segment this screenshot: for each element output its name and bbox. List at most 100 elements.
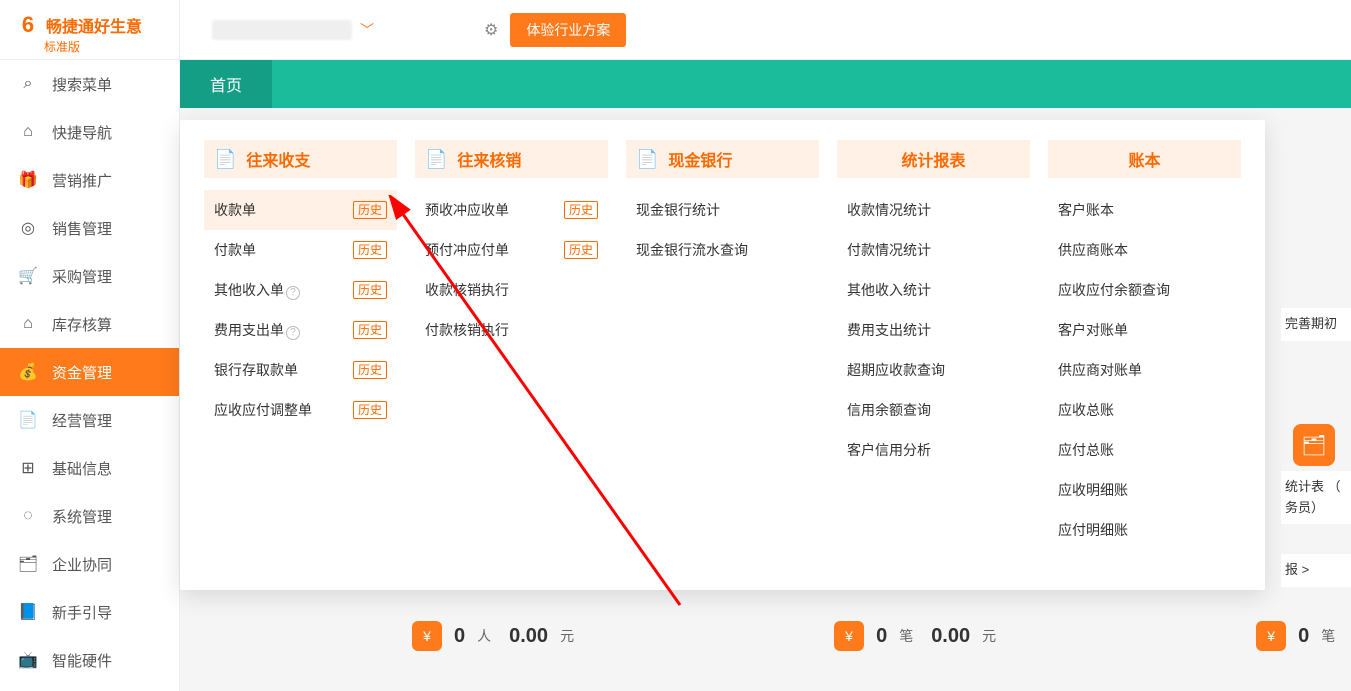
sidebar-item-5[interactable]: ⌂库存核算 xyxy=(0,300,179,348)
sidebar-item-2[interactable]: 🎁营销推广 xyxy=(0,156,179,204)
sidebar-label: 快捷导航 xyxy=(52,122,112,143)
sidebar-label: 新手引导 xyxy=(52,602,112,623)
menu-item[interactable]: 预收冲应收单历史 xyxy=(415,190,608,230)
logo-glyph: 6 xyxy=(16,12,40,38)
menu-item[interactable]: 应付明细账 xyxy=(1048,510,1241,550)
history-tag[interactable]: 历史 xyxy=(353,241,387,259)
menu-item[interactable]: 应收应付余额查询 xyxy=(1048,270,1241,310)
menu-item-label: 应付总账 xyxy=(1058,440,1114,460)
sidebar-item-9[interactable]: ◌系统管理 xyxy=(0,492,179,540)
sidebar-item-11[interactable]: 📘新手引导 xyxy=(0,588,179,636)
menu-item-label: 供应商账本 xyxy=(1058,240,1128,260)
sidebar-icon-12: 📺 xyxy=(18,650,38,670)
sidebar-label: 销售管理 xyxy=(52,218,112,239)
history-tag[interactable]: 历史 xyxy=(564,201,598,219)
menu-item-label: 客户账本 xyxy=(1058,200,1114,220)
menu-item-label: 预付冲应付单 xyxy=(425,240,509,260)
flyout-col-3: 统计报表收款情况统计付款情况统计其他收入统计费用支出统计超期应收款查询信用余额查… xyxy=(837,140,1030,550)
help-icon[interactable]: ? xyxy=(286,286,300,300)
sidebar-item-10[interactable]: 🗂 企业协同 xyxy=(0,540,179,588)
clip-stats[interactable]: 统计表 （ 务员） xyxy=(1281,471,1351,525)
sidebar-item-3[interactable]: ◎ 销售管理 xyxy=(0,204,179,252)
menu-item[interactable]: 预付冲应付单 历史 xyxy=(415,230,608,270)
sidebar-icon-2: 🎁 xyxy=(18,170,38,190)
flyout-col-2: 📄现金银行现金银行统计现金银行流水查询 xyxy=(626,140,819,550)
tab-home[interactable]: 首页 xyxy=(180,60,272,108)
history-tag[interactable]: 历史 xyxy=(353,281,387,299)
gear-icon[interactable]: ⚙ xyxy=(484,20,498,40)
menu-item[interactable]: 现金银行流水查询 xyxy=(626,230,819,270)
menu-item[interactable]: 其他收入统计 xyxy=(837,270,1030,310)
menu-item[interactable]: 客户账本 xyxy=(1048,190,1241,230)
menu-item[interactable]: 付款单 历史 xyxy=(204,230,397,270)
history-tag[interactable]: 历史 xyxy=(353,201,387,219)
menu-item-label: 应收明细账 xyxy=(1058,480,1128,500)
menu-item[interactable]: 银行存取款单历史 xyxy=(204,350,397,390)
clip-initial[interactable]: 完善期初 xyxy=(1281,308,1351,341)
stat-item-1: ¥ 0笔 0.00元 xyxy=(834,621,996,651)
sidebar-item-1[interactable]: ⌂ 快捷导航 xyxy=(0,108,179,156)
menu-item[interactable]: 收款单历史 xyxy=(204,190,397,230)
menu-item[interactable]: 费用支出单?历史 xyxy=(204,310,397,350)
menu-item-label: 付款核销执行 xyxy=(425,320,509,340)
menu-item-label: 现金银行统计 xyxy=(636,200,720,220)
stat-count: 0 xyxy=(1298,625,1309,648)
menu-item-label: 其他收入统计 xyxy=(847,280,931,300)
menu-item[interactable]: 应收应付调整单历史 xyxy=(204,390,397,430)
menu-item[interactable]: 应付总账 xyxy=(1048,430,1241,470)
sidebar-item-0[interactable]: ⌕搜索菜单 xyxy=(0,60,179,108)
menu-item[interactable]: 超期应收款查询 xyxy=(837,350,1030,390)
menu-item[interactable]: 应收总账 xyxy=(1048,390,1241,430)
industry-plan-button[interactable]: 体验行业方案 xyxy=(510,13,626,47)
stat-item-0: ¥ 0人 0.00元 xyxy=(412,621,574,651)
menu-item[interactable]: 应收明细账 xyxy=(1048,470,1241,510)
menu-item[interactable]: 收款核销执行 xyxy=(415,270,608,310)
sidebar-icon-1: ⌂ xyxy=(18,122,38,142)
menu-item[interactable]: 现金银行统计 xyxy=(626,190,819,230)
col-header-icon: 📄 xyxy=(636,149,658,170)
menu-item[interactable]: 付款情况统计 xyxy=(837,230,1030,270)
sidebar-item-8[interactable]: ⊞基础信息 xyxy=(0,444,179,492)
menu-item[interactable]: 供应商账本 xyxy=(1048,230,1241,270)
menu-item[interactable]: 收款情况统计 xyxy=(837,190,1030,230)
flyout-col-1: 📄往来核销预收冲应收单历史预付冲应付单历史收款核销执行付款核销执行 xyxy=(415,140,608,550)
stat-icon: ¥ xyxy=(412,621,442,651)
menu-item-label: 应收应付余额查询 xyxy=(1058,280,1170,300)
sidebar-item-4[interactable]: 🛒采购管理 xyxy=(0,252,179,300)
menu-item[interactable]: 信用余额查询 xyxy=(837,390,1030,430)
flyout-col-0: 📄往来收支收款单历史付款单历史其他收入单?历史费用支出单?历史银行存取款单历史应… xyxy=(204,140,397,550)
topbar: ﹀ ⚙ 体验行业方案 xyxy=(180,0,1351,60)
stat-count: 0 xyxy=(876,625,887,648)
sidebar-label: 企业协同 xyxy=(52,554,112,575)
logo-badge: 标准版 xyxy=(44,38,169,55)
sidebar-icon-3: ◎ xyxy=(18,218,38,238)
menu-item[interactable]: 其他收入单?历史 xyxy=(204,270,397,310)
menu-item[interactable]: 客户对账单 xyxy=(1048,310,1241,350)
history-tag[interactable]: 历史 xyxy=(353,361,387,379)
flyout-col-header: 账本 xyxy=(1048,140,1241,178)
float-action-icon[interactable]: 🗂 xyxy=(1293,424,1335,466)
history-tag[interactable]: 历史 xyxy=(353,401,387,419)
sidebar-label: 系统管理 xyxy=(52,506,112,527)
sidebar-item-7[interactable]: 📄经营管理 xyxy=(0,396,179,444)
help-icon[interactable]: ? xyxy=(286,326,300,340)
sidebar-icon-6: 💰 xyxy=(18,362,38,382)
sidebar-item-6[interactable]: 💰资金管理 xyxy=(0,348,179,396)
sidebar-icon-10: 🗂 xyxy=(18,554,38,574)
menu-item[interactable]: 客户信用分析 xyxy=(837,430,1030,470)
tab-bar: 首页 xyxy=(180,60,1351,108)
org-selector[interactable]: ﹀ xyxy=(202,12,472,48)
menu-item-label: 客户对账单 xyxy=(1058,320,1128,340)
sidebar-item-12[interactable]: 📺智能硬件 xyxy=(0,636,179,684)
menu-item[interactable]: 供应商对账单 xyxy=(1048,350,1241,390)
menu-item[interactable]: 付款核销执行 xyxy=(415,310,608,350)
history-tag[interactable]: 历史 xyxy=(564,241,598,259)
clip-report[interactable]: 报 > xyxy=(1281,554,1351,587)
sidebar-label: 采购管理 xyxy=(52,266,112,287)
history-tag[interactable]: 历史 xyxy=(353,321,387,339)
menu-item-label: 付款单 xyxy=(214,240,256,260)
menu-item[interactable]: 费用支出统计 xyxy=(837,310,1030,350)
col-header-icon: 📄 xyxy=(214,149,236,170)
menu-item-label: 收款核销执行 xyxy=(425,280,509,300)
menu-item-label: 付款情况统计 xyxy=(847,240,931,260)
